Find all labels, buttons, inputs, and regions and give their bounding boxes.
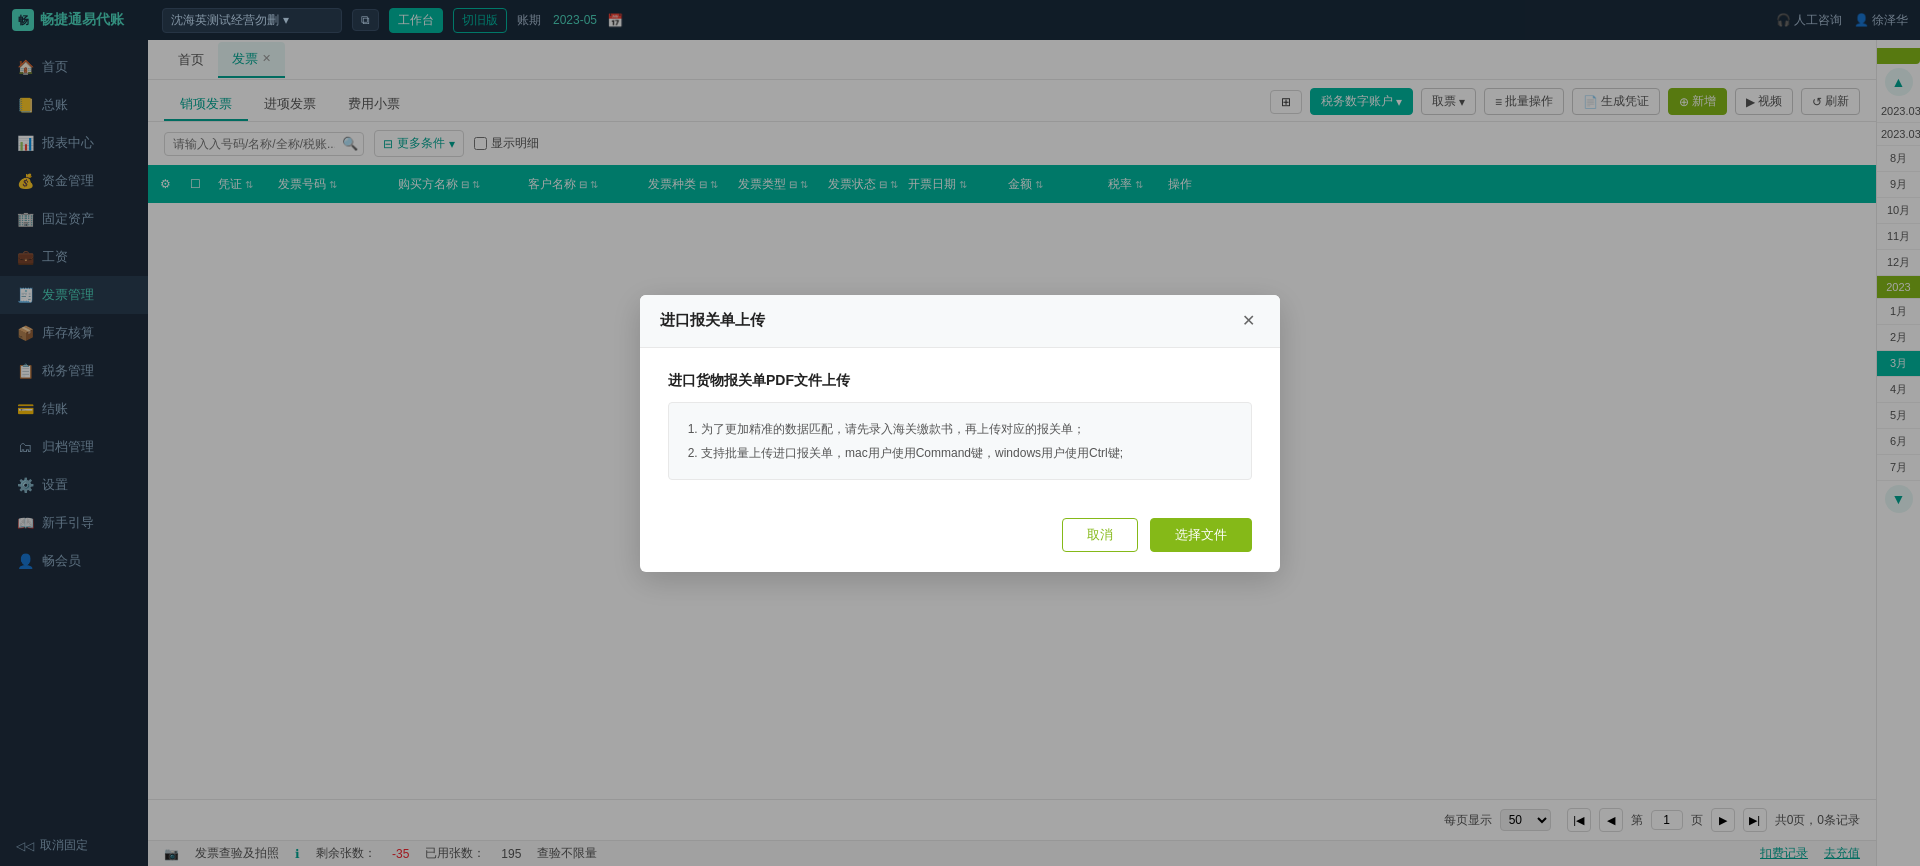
notice-item-2: 支持批量上传进口报关单，mac用户使用Command键，windows用户使用C…: [701, 441, 1235, 465]
modal-body: 进口货物报关单PDF文件上传 为了更加精准的数据匹配，请先录入海关缴款书，再上传…: [640, 348, 1280, 504]
modal-cancel-button[interactable]: 取消: [1062, 518, 1138, 552]
modal-close-button[interactable]: ✕: [1236, 309, 1260, 333]
notice-item-1: 为了更加精准的数据匹配，请先录入海关缴款书，再上传对应的报关单；: [701, 417, 1235, 441]
modal-header: 进口报关单上传 ✕: [640, 295, 1280, 348]
modal-select-file-button[interactable]: 选择文件: [1150, 518, 1252, 552]
modal-overlay: 进口报关单上传 ✕ 进口货物报关单PDF文件上传 为了更加精准的数据匹配，请先录…: [0, 0, 1920, 866]
upload-section-title: 进口货物报关单PDF文件上传: [668, 372, 1252, 390]
modal-dialog: 进口报关单上传 ✕ 进口货物报关单PDF文件上传 为了更加精准的数据匹配，请先录…: [640, 295, 1280, 572]
upload-notice: 为了更加精准的数据匹配，请先录入海关缴款书，再上传对应的报关单； 支持批量上传进…: [668, 402, 1252, 480]
modal-title: 进口报关单上传: [660, 311, 765, 330]
modal-footer: 取消 选择文件: [640, 504, 1280, 572]
